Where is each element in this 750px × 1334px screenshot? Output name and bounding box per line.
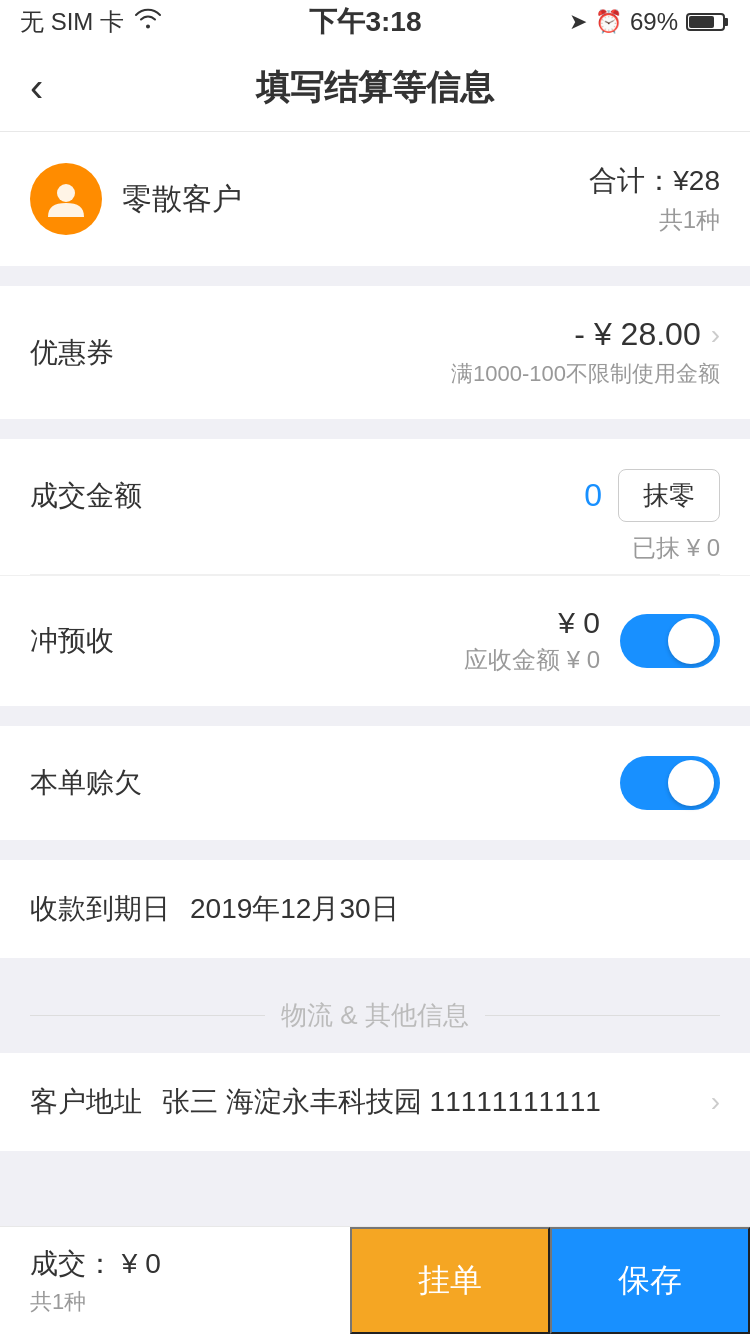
deal-amount-right: 0 抹零 [542,469,720,522]
svg-rect-2 [689,16,714,28]
carrier-text: 无 SIM 卡 [20,6,124,38]
debt-toggle[interactable] [620,756,720,810]
page-title: 填写结算等信息 [256,65,494,111]
battery-icon [686,11,730,33]
deal-amount-section: 成交金额 0 抹零 已抹 ¥ 0 [0,439,750,574]
coupon-desc: 满1000-100不限制使用金额 [451,359,720,389]
toggle-thumb [668,618,714,664]
address-section[interactable]: 客户地址 张三 海淀永丰科技园 11111111111 › [0,1053,750,1151]
deal-amount-row: 成交金额 0 抹零 [30,469,720,522]
svg-rect-1 [724,18,728,26]
toggle-thumb [668,760,714,806]
bottom-bar: 成交： ¥ 0 共1种 挂单 保存 [0,1226,750,1334]
prepay-row: 冲预收 ¥ 0 应收金额 ¥ 0 [30,606,720,676]
alarm-icon: ⏰ [595,9,622,35]
prepay-receivable: 应收金额 ¥ 0 [464,644,600,676]
customer-left: 零散客户 [30,163,242,235]
bottom-deal-label: 成交： [30,1248,114,1279]
location-icon: ➤ [569,9,587,35]
page-header: ‹ 填写结算等信息 [0,44,750,132]
address-label: 客户地址 [30,1083,142,1121]
debt-label: 本单赊欠 [30,764,142,802]
bottom-info: 成交： ¥ 0 共1种 [0,1227,350,1334]
logistics-line-left [30,1015,265,1016]
address-value: 张三 海淀永丰科技园 11111111111 [162,1083,711,1121]
coupon-amount: - ¥ 28.00 [574,316,700,353]
time-display: 下午3:18 [309,3,421,41]
logistics-line-right [485,1015,720,1016]
hold-button[interactable]: 挂单 [350,1227,550,1334]
prepay-right: ¥ 0 应收金额 ¥ 0 [464,606,720,676]
status-bar: 无 SIM 卡 下午3:18 ➤ ⏰ 69% [0,0,750,44]
bottom-deal-value: ¥ 0 [122,1248,161,1279]
save-button[interactable]: 保存 [550,1227,750,1334]
deal-amount-label: 成交金额 [30,477,142,515]
bottom-count: 共1种 [30,1287,320,1317]
prepay-values: ¥ 0 应收金额 ¥ 0 [464,606,600,676]
svg-point-3 [57,184,75,202]
customer-total: 合计：¥28 [589,162,720,200]
deal-amount-value[interactable]: 0 [542,477,602,514]
coupon-label: 优惠券 [30,334,114,372]
deal-sub-label: 已抹 ¥ 0 [30,532,720,564]
debt-section: 本单赊欠 [0,726,750,840]
customer-name: 零散客户 [122,179,242,220]
back-button[interactable]: ‹ [30,65,43,110]
due-date-section: 收款到期日 2019年12月30日 [0,860,750,958]
prepay-toggle[interactable] [620,614,720,668]
due-date-row: 收款到期日 2019年12月30日 [30,890,720,928]
due-date-value[interactable]: 2019年12月30日 [190,890,399,928]
customer-count: 共1种 [589,204,720,236]
wifi-icon [134,8,162,36]
status-left: 无 SIM 卡 [20,6,162,38]
logistics-divider: 物流 & 其他信息 [0,978,750,1053]
due-date-label: 收款到期日 [30,890,170,928]
deal-prepay-section: 成交金额 0 抹零 已抹 ¥ 0 冲预收 ¥ 0 应收金额 ¥ 0 [0,439,750,706]
coupon-chevron-icon: › [711,319,720,351]
battery-text: 69% [630,8,678,36]
logistics-label: 物流 & 其他信息 [30,998,720,1033]
status-right: ➤ ⏰ 69% [569,8,730,36]
address-chevron-icon: › [711,1086,720,1118]
prepay-label: 冲预收 [30,622,114,660]
customer-section: 零散客户 合计：¥28 共1种 [0,132,750,266]
customer-right: 合计：¥28 共1种 [589,162,720,236]
round-button[interactable]: 抹零 [618,469,720,522]
prepay-amount: ¥ 0 [464,606,600,640]
avatar [30,163,102,235]
bottom-deal: 成交： ¥ 0 [30,1245,320,1283]
coupon-section[interactable]: 优惠券 - ¥ 28.00 › 满1000-100不限制使用金额 [0,286,750,419]
prepay-section: 冲预收 ¥ 0 应收金额 ¥ 0 [0,575,750,706]
